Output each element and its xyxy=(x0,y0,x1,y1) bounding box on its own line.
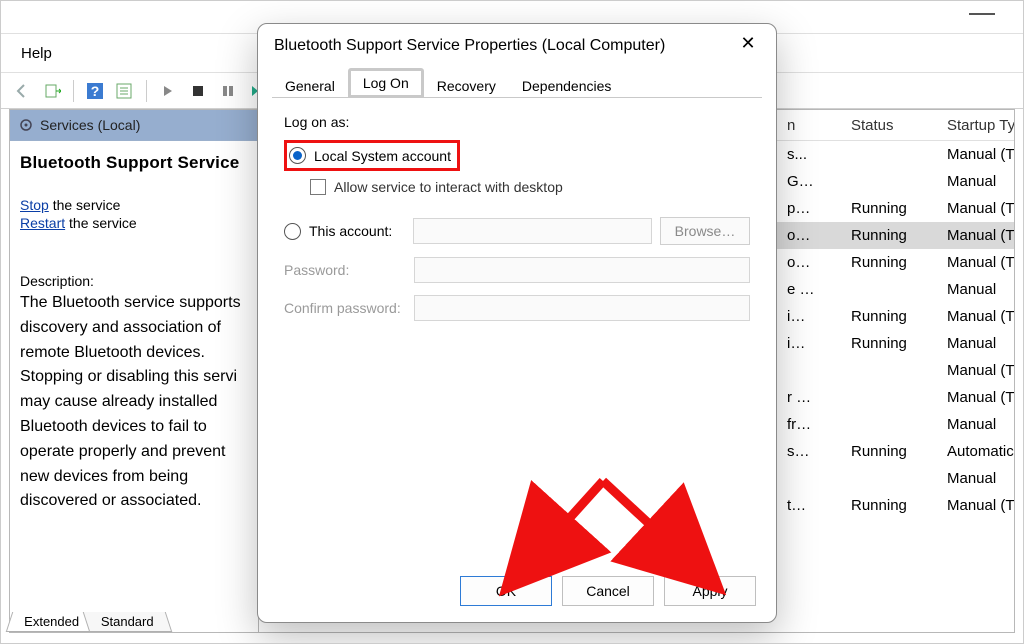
cell-type: Manual (Trigg… xyxy=(939,254,1014,271)
cell-type: Manual xyxy=(939,173,1014,190)
stop-icon[interactable] xyxy=(185,78,211,104)
cell-name: i… xyxy=(779,335,843,352)
cell-type: Manual (Trigg… xyxy=(939,308,1014,325)
cell-status: Running xyxy=(843,254,939,271)
services-window: Help ? Services (Local) Bluetooth Suppor… xyxy=(0,0,1024,644)
cell-type: Manual xyxy=(939,470,1014,487)
tab-recovery[interactable]: Recovery xyxy=(424,73,509,98)
tab-standard[interactable]: Standard xyxy=(83,612,172,632)
cancel-button[interactable]: Cancel xyxy=(562,576,654,606)
dialog-tabs: General Log On Recovery Dependencies xyxy=(258,68,776,98)
cell-name: o… xyxy=(779,227,843,244)
cell-type: Manual (Trigg… xyxy=(939,389,1014,406)
cell-status: Running xyxy=(843,497,939,514)
detail-header-label: Services (Local) xyxy=(40,117,140,133)
cell-type: Manual (Trigg… xyxy=(939,146,1014,163)
cell-type: Automatic (D… xyxy=(939,443,1014,460)
description-label: Description: xyxy=(20,273,248,289)
cell-name: r … xyxy=(779,389,843,406)
cell-type: Manual (Trigg… xyxy=(939,497,1014,514)
cell-status: Running xyxy=(843,335,939,352)
cell-type: Manual (Trigg… xyxy=(939,227,1014,244)
this-account-label: This account: xyxy=(309,223,405,239)
logon-as-label: Log on as: xyxy=(284,114,750,130)
col-startup-type[interactable]: Startup Type xyxy=(939,117,1014,134)
detail-header: Services (Local) xyxy=(10,110,258,141)
cell-type: Manual (Trigg… xyxy=(939,362,1014,379)
detail-tabs: Extended Standard xyxy=(9,604,258,632)
detail-pane: Services (Local) Bluetooth Support Servi… xyxy=(10,110,259,632)
cell-status: Running xyxy=(843,308,939,325)
tab-log-on[interactable]: Log On xyxy=(348,68,424,98)
confirm-password-label: Confirm password: xyxy=(284,300,404,316)
cell-type: Manual xyxy=(939,335,1014,352)
play-icon[interactable] xyxy=(155,78,181,104)
account-input[interactable] xyxy=(413,218,652,244)
col-name[interactable]: n xyxy=(779,117,843,134)
allow-interact-option[interactable]: Allow service to interact with desktop xyxy=(310,179,750,195)
cell-name: s… xyxy=(779,443,843,460)
cell-status: Running xyxy=(843,227,939,244)
local-system-option[interactable]: Local System account xyxy=(284,140,460,171)
dialog-buttons: OK Cancel Apply xyxy=(460,576,756,606)
tab-general[interactable]: General xyxy=(272,73,348,98)
confirm-password-input[interactable] xyxy=(414,295,750,321)
cell-type: Manual xyxy=(939,281,1014,298)
cell-name: fr… xyxy=(779,416,843,433)
allow-interact-label: Allow service to interact with desktop xyxy=(334,179,563,195)
radio-this-account[interactable] xyxy=(284,223,301,240)
minimize-icon[interactable] xyxy=(969,13,995,15)
pause-icon[interactable] xyxy=(215,78,241,104)
dialog-body: Log on as: Local System account Allow se… xyxy=(258,98,776,349)
back-icon[interactable] xyxy=(9,78,35,104)
restart-service-line: Restart the service xyxy=(20,215,248,231)
restart-link[interactable]: Restart xyxy=(20,215,65,231)
cell-status: Running xyxy=(843,443,939,460)
password-input[interactable] xyxy=(414,257,750,283)
cell-type: Manual xyxy=(939,416,1014,433)
local-system-label: Local System account xyxy=(314,148,451,164)
col-status[interactable]: Status xyxy=(843,117,939,134)
close-icon[interactable]: ✕ xyxy=(736,34,760,58)
ok-button[interactable]: OK xyxy=(460,576,552,606)
password-label: Password: xyxy=(284,262,404,278)
apply-button[interactable]: Apply xyxy=(664,576,756,606)
dialog-title: Bluetooth Support Service Properties (Lo… xyxy=(274,37,665,55)
stop-service-line: Stop the service xyxy=(20,197,248,213)
cell-status: Running xyxy=(843,200,939,217)
dialog-titlebar: Bluetooth Support Service Properties (Lo… xyxy=(258,24,776,68)
radio-local-system[interactable] xyxy=(289,147,306,164)
gear-icon xyxy=(18,117,34,133)
svg-text:?: ? xyxy=(91,83,100,99)
cell-type: Manual (Trigg… xyxy=(939,200,1014,217)
properties-dialog: Bluetooth Support Service Properties (Lo… xyxy=(257,23,777,623)
cell-name: t… xyxy=(779,497,843,514)
description-text: The Bluetooth service supports discovery… xyxy=(20,291,248,514)
cell-name: e … xyxy=(779,281,843,298)
forward-icon[interactable] xyxy=(39,78,65,104)
tab-dependencies[interactable]: Dependencies xyxy=(509,73,625,98)
help-icon[interactable]: ? xyxy=(82,78,108,104)
cell-name: p… xyxy=(779,200,843,217)
cell-name: G… xyxy=(779,173,843,190)
cell-name: s... xyxy=(779,146,843,163)
cell-name: i… xyxy=(779,308,843,325)
menu-help[interactable]: Help xyxy=(21,45,52,62)
stop-link[interactable]: Stop xyxy=(20,197,49,213)
browse-button[interactable]: Browse… xyxy=(660,217,750,245)
cell-name: o… xyxy=(779,254,843,271)
properties-icon[interactable] xyxy=(112,78,138,104)
service-name: Bluetooth Support Service xyxy=(20,153,248,173)
checkbox-allow-interact[interactable] xyxy=(310,179,326,195)
